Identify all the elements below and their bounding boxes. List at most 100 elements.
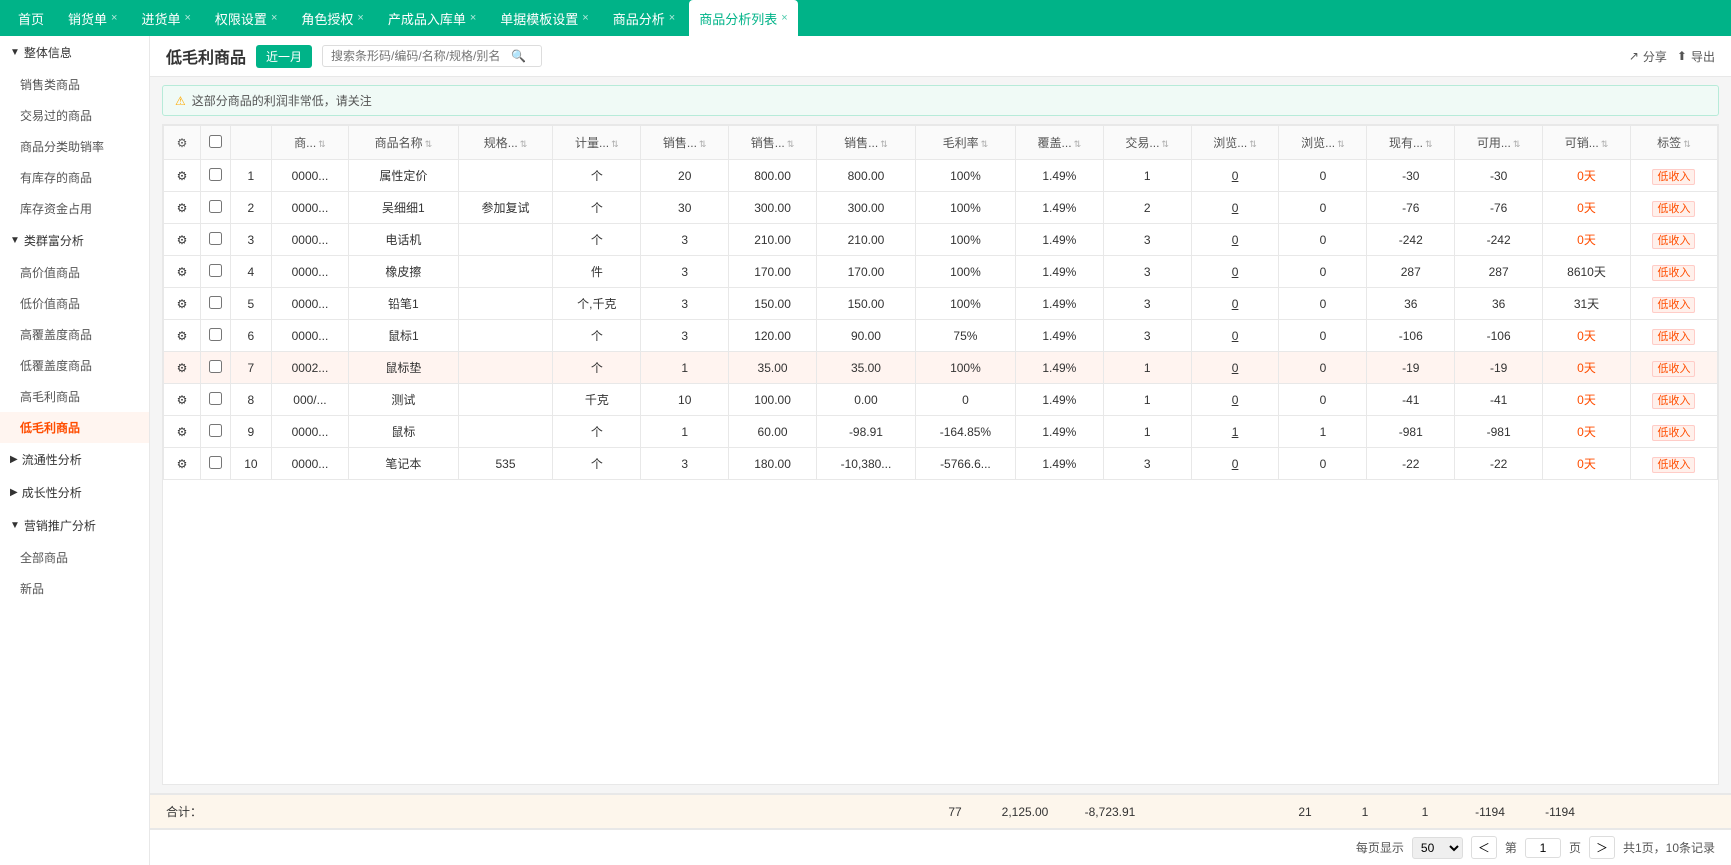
current-page-input[interactable] — [1525, 838, 1561, 858]
table-container[interactable]: ⚙ 商...⇅ 商品名称⇅ 规格...⇅ 计量...⇅ 销售...⇅ 销售...… — [162, 124, 1719, 785]
row-checkbox-input[interactable] — [209, 424, 222, 437]
row-view1[interactable]: 0 — [1191, 192, 1279, 224]
row-checkbox-input[interactable] — [209, 264, 222, 277]
row-checkbox[interactable] — [200, 192, 230, 224]
row-checkbox[interactable] — [200, 320, 230, 352]
close-icon[interactable]: × — [669, 12, 675, 24]
nav-home[interactable]: 首页 — [8, 0, 54, 36]
next-page-button[interactable]: ＞ — [1589, 836, 1615, 859]
col-coverage[interactable]: 覆盖...⇅ — [1015, 126, 1103, 160]
row-checkbox-input[interactable] — [209, 328, 222, 341]
row-checkbox[interactable] — [200, 288, 230, 320]
sidebar-item-low-coverage[interactable]: 低覆盖度商品 — [0, 350, 149, 381]
col-available[interactable]: 可用...⇅ — [1455, 126, 1543, 160]
share-button[interactable]: ↗ 分享 — [1629, 48, 1667, 65]
row-view1[interactable]: 0 — [1191, 448, 1279, 480]
sidebar-item-category-rate[interactable]: 商品分类助销率 — [0, 131, 149, 162]
sidebar-group-flow[interactable]: ▶ 流通性分析 — [0, 443, 149, 476]
row-checkbox[interactable] — [200, 448, 230, 480]
col-checkbox[interactable] — [200, 126, 230, 160]
row-checkbox-input[interactable] — [209, 296, 222, 309]
sidebar-group-cluster[interactable]: ▼ 类群富分析 — [0, 224, 149, 257]
row-checkbox[interactable] — [200, 352, 230, 384]
row-view1[interactable]: 0 — [1191, 224, 1279, 256]
row-view1[interactable]: 0 — [1191, 384, 1279, 416]
sidebar-item-new-goods[interactable]: 新品 — [0, 573, 149, 604]
row-view1[interactable]: 0 — [1191, 256, 1279, 288]
sidebar-item-all-goods[interactable]: 全部商品 — [0, 542, 149, 573]
col-tag[interactable]: 标签⇅ — [1630, 126, 1717, 160]
col-trade[interactable]: 交易...⇅ — [1103, 126, 1191, 160]
sidebar-item-stock-capital[interactable]: 库存资金占用 — [0, 193, 149, 224]
col-unit[interactable]: 计量...⇅ — [553, 126, 641, 160]
row-checkbox-input[interactable] — [209, 168, 222, 181]
nav-permission[interactable]: 权限设置 × — [205, 0, 287, 36]
row-checkbox-input[interactable] — [209, 200, 222, 213]
row-view1[interactable]: 0 — [1191, 320, 1279, 352]
close-icon[interactable]: × — [781, 12, 787, 24]
nav-sales-order[interactable]: 销货单 × — [58, 0, 127, 36]
row-settings[interactable]: ⚙ — [164, 352, 201, 384]
export-button[interactable]: ⬆ 导出 — [1677, 48, 1715, 65]
nav-product-entry[interactable]: 产成品入库单 × — [378, 0, 486, 36]
col-spec[interactable]: 规格...⇅ — [458, 126, 553, 160]
sidebar-group-overall[interactable]: ▼ 整体信息 — [0, 36, 149, 69]
col-sale-qty[interactable]: 销售...⇅ — [641, 126, 729, 160]
sidebar-item-in-stock[interactable]: 有库存的商品 — [0, 162, 149, 193]
col-stock[interactable]: 现有...⇅ — [1367, 126, 1455, 160]
close-icon[interactable]: × — [271, 12, 277, 24]
sidebar-item-high-coverage[interactable]: 高覆盖度商品 — [0, 319, 149, 350]
prev-page-button[interactable]: ＜ — [1471, 836, 1497, 859]
row-checkbox-input[interactable] — [209, 360, 222, 373]
row-settings[interactable]: ⚙ — [164, 448, 201, 480]
sidebar-group-marketing[interactable]: ▼ 营销推广分析 — [0, 509, 149, 542]
row-view1[interactable]: 1 — [1191, 416, 1279, 448]
col-sale-amount[interactable]: 销售...⇅ — [816, 126, 915, 160]
row-settings[interactable]: ⚙ — [164, 224, 201, 256]
sidebar-item-low-margin[interactable]: 低毛利商品 — [0, 412, 149, 443]
select-all-checkbox[interactable] — [209, 135, 222, 148]
close-icon[interactable]: × — [470, 12, 476, 24]
col-margin[interactable]: 毛利率⇅ — [915, 126, 1015, 160]
row-checkbox[interactable] — [200, 384, 230, 416]
row-checkbox-input[interactable] — [209, 392, 222, 405]
col-code[interactable]: 商...⇅ — [271, 126, 348, 160]
sidebar-item-sales-goods[interactable]: 销售类商品 — [0, 69, 149, 100]
sidebar-item-low-value[interactable]: 低价值商品 — [0, 288, 149, 319]
sidebar-item-high-value[interactable]: 高价值商品 — [0, 257, 149, 288]
col-name[interactable]: 商品名称⇅ — [349, 126, 459, 160]
row-checkbox[interactable] — [200, 416, 230, 448]
row-settings[interactable]: ⚙ — [164, 288, 201, 320]
col-saleable[interactable]: 可销...⇅ — [1543, 126, 1631, 160]
row-view1[interactable]: 0 — [1191, 160, 1279, 192]
col-view1[interactable]: 浏览...⇅ — [1191, 126, 1279, 160]
row-checkbox[interactable] — [200, 160, 230, 192]
sidebar-group-growth[interactable]: ▶ 成长性分析 — [0, 476, 149, 509]
row-view1[interactable]: 0 — [1191, 288, 1279, 320]
row-settings[interactable]: ⚙ — [164, 320, 201, 352]
close-icon[interactable]: × — [111, 12, 117, 24]
nav-purchase-order[interactable]: 进货单 × — [131, 0, 200, 36]
sidebar-item-high-margin[interactable]: 高毛利商品 — [0, 381, 149, 412]
nav-goods-analysis-list[interactable]: 商品分析列表 × — [689, 0, 797, 36]
row-view1[interactable]: 0 — [1191, 352, 1279, 384]
search-input[interactable] — [331, 49, 511, 63]
close-icon[interactable]: × — [582, 12, 588, 24]
col-settings[interactable]: ⚙ — [164, 126, 201, 160]
col-sale-price[interactable]: 销售...⇅ — [729, 126, 817, 160]
row-settings[interactable]: ⚙ — [164, 256, 201, 288]
nav-goods-analysis[interactable]: 商品分析 × — [603, 0, 685, 36]
close-icon[interactable]: × — [184, 12, 190, 24]
search-icon[interactable]: 🔍 — [511, 49, 526, 63]
close-icon[interactable]: × — [357, 12, 363, 24]
period-button[interactable]: 近一月 — [256, 45, 312, 68]
row-checkbox-input[interactable] — [209, 232, 222, 245]
sidebar-item-traded-goods[interactable]: 交易过的商品 — [0, 100, 149, 131]
nav-role-auth[interactable]: 角色授权 × — [291, 0, 373, 36]
row-checkbox[interactable] — [200, 256, 230, 288]
row-settings[interactable]: ⚙ — [164, 384, 201, 416]
page-size-select[interactable]: 50 100 200 — [1412, 837, 1463, 859]
col-view2[interactable]: 浏览...⇅ — [1279, 126, 1367, 160]
row-settings[interactable]: ⚙ — [164, 416, 201, 448]
row-settings[interactable]: ⚙ — [164, 160, 201, 192]
